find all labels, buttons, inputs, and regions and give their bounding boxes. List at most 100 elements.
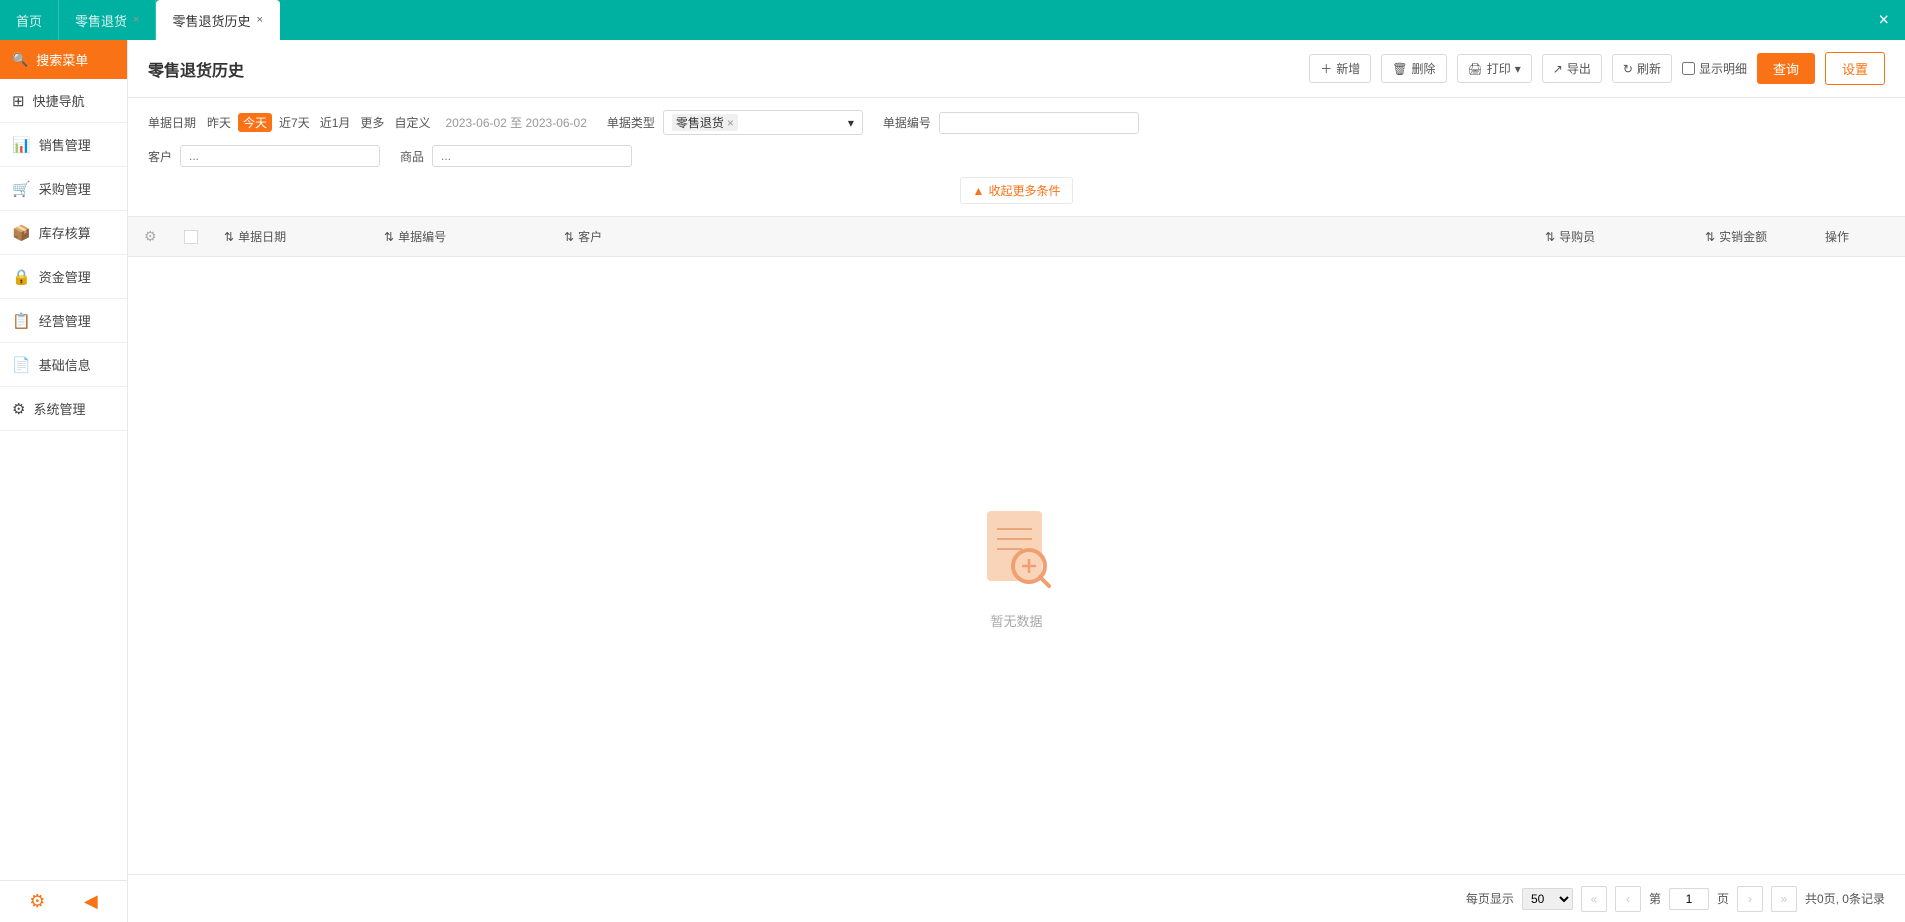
collapse-label: 收起更多条件 <box>988 182 1060 199</box>
empty-illustration <box>967 501 1067 601</box>
bill-type-tag: 零售退货 × <box>672 114 738 131</box>
main-layout: 🔍 搜索菜单 ⊞ 快捷导航 📊 销售管理 🛒 采购管理 📦 库存核算 🔒 <box>0 40 1905 922</box>
tab-retail-return-history-close[interactable]: × <box>256 14 262 26</box>
bill-number-input[interactable] <box>939 112 1139 134</box>
th-settings: ⚙ <box>136 228 176 245</box>
collapse-button[interactable]: ▲ 收起更多条件 <box>960 177 1074 204</box>
customer-input[interactable] <box>180 145 380 167</box>
new-label: 新增 <box>1336 60 1360 77</box>
date-shortcuts: 昨天 今天 近7天 近1月 更多 自定义 <box>204 113 433 132</box>
goods-input[interactable] <box>432 145 632 167</box>
goods-label: 商品 <box>400 148 424 165</box>
page-size-select[interactable]: 20 50 100 <box>1522 888 1573 910</box>
shortcut-7days[interactable]: 近7天 <box>276 113 313 132</box>
sales-icon: 📊 <box>12 136 31 154</box>
settings-button[interactable]: 设置 <box>1825 52 1885 85</box>
page-unit: 页 <box>1717 890 1729 907</box>
th-number[interactable]: ⇅ 单据编号 <box>376 228 556 245</box>
tab-retail-return[interactable]: 零售退货 × <box>59 0 156 40</box>
th-date-label: ⇅ <box>224 230 234 244</box>
total-label: 共0页, 0条记录 <box>1805 890 1885 907</box>
th-number-text: 单据编号 <box>398 228 446 245</box>
top-bar: 首页 零售退货 × 零售退货历史 × × <box>0 0 1905 40</box>
sidebar-bottom: ⚙ ◀ <box>0 880 127 922</box>
page-next-button[interactable]: › <box>1737 886 1763 912</box>
bill-type-dropdown-icon: ▾ <box>848 116 854 130</box>
sidebar-item-system-label: 系统管理 <box>33 399 85 418</box>
column-settings-icon[interactable]: ⚙ <box>144 228 157 245</box>
page-first-button[interactable]: « <box>1581 886 1607 912</box>
settings-bottom-icon[interactable]: ⚙ <box>29 891 45 912</box>
tab-retail-return-history[interactable]: 零售退货历史 × <box>156 0 279 40</box>
shortcut-more[interactable]: 更多 <box>357 113 387 132</box>
sidebar-search[interactable]: 🔍 搜索菜单 <box>0 40 127 79</box>
refresh-button[interactable]: ↻ 刷新 <box>1612 54 1672 83</box>
query-button[interactable]: 查询 <box>1757 53 1815 84</box>
tab-list: 首页 零售退货 × 零售退货历史 × <box>0 0 1905 40</box>
purchase-icon: 🛒 <box>12 180 31 198</box>
shortcut-today[interactable]: 今天 <box>238 113 272 132</box>
print-button[interactable]: 🖨 打印 ▾ <box>1457 54 1532 83</box>
sidebar-item-purchase-mgmt[interactable]: 🛒 采购管理 <box>0 167 127 211</box>
tab-retail-return-close[interactable]: × <box>133 14 139 26</box>
sidebar-search-label: 搜索菜单 <box>36 50 88 69</box>
select-all-checkbox[interactable] <box>184 230 198 244</box>
export-button[interactable]: ↗ 导出 <box>1542 54 1602 83</box>
th-action: 操作 <box>1817 228 1897 245</box>
basic-info-icon: 📄 <box>12 356 31 374</box>
print-label: 打印 <box>1487 60 1511 77</box>
print-icon: 🖨 <box>1468 62 1483 76</box>
collapse-sidebar-icon[interactable]: ◀ <box>84 891 98 912</box>
show-detail-checkbox-label[interactable]: 显示明细 <box>1682 60 1747 77</box>
bill-type-select[interactable]: 零售退货 × ▾ <box>663 110 863 135</box>
page-number-input[interactable] <box>1669 888 1709 910</box>
sidebar-item-finance[interactable]: 🔒 资金管理 <box>0 255 127 299</box>
show-detail-label: 显示明细 <box>1699 60 1747 77</box>
shortcut-1month[interactable]: 近1月 <box>317 113 354 132</box>
filter-row-1: 单据日期 昨天 今天 近7天 近1月 更多 自定义 2023-06-02 至 2… <box>148 110 1885 135</box>
new-icon: ＋ <box>1320 60 1332 77</box>
page-prev-button[interactable]: ‹ <box>1615 886 1641 912</box>
header-actions: ＋ 新增 🗑 删除 🖨 打印 ▾ ↗ 导出 ↻ 刷新 <box>1309 52 1885 85</box>
page-size-label: 每页显示 <box>1466 890 1514 907</box>
table-body: 暂无数据 <box>128 257 1905 874</box>
th-date[interactable]: ⇅ 单据日期 <box>216 228 376 245</box>
refresh-label: 刷新 <box>1637 60 1661 77</box>
th-guide-text: 导购员 <box>1559 228 1595 245</box>
shortcut-custom[interactable]: 自定义 <box>391 113 433 132</box>
bill-type-label: 单据类型 <box>607 114 655 131</box>
delete-button[interactable]: 🗑 删除 <box>1381 54 1446 83</box>
date-filter-label: 单据日期 <box>148 114 196 131</box>
filter-row-2: 客户 商品 <box>148 145 1885 167</box>
sidebar-item-inventory[interactable]: 📦 库存核算 <box>0 211 127 255</box>
collapse-icon: ▲ <box>973 184 985 198</box>
sidebar-item-system[interactable]: ⚙ 系统管理 <box>0 387 127 431</box>
th-customer[interactable]: ⇅ 客户 <box>556 228 1537 245</box>
delete-label: 删除 <box>1412 60 1436 77</box>
date-filter: 单据日期 昨天 今天 近7天 近1月 更多 自定义 2023-06-02 至 2… <box>148 113 587 132</box>
shortcut-yesterday[interactable]: 昨天 <box>204 113 234 132</box>
page-last-button[interactable]: » <box>1771 886 1797 912</box>
window-close-icon[interactable]: × <box>1878 10 1889 31</box>
th-number-sort-icon: ⇅ <box>384 230 394 244</box>
bill-type-filter: 单据类型 零售退货 × ▾ <box>607 110 863 135</box>
show-detail-checkbox[interactable] <box>1682 62 1695 75</box>
new-button[interactable]: ＋ 新增 <box>1309 54 1371 83</box>
sidebar-item-quick-nav[interactable]: ⊞ 快捷导航 <box>0 79 127 123</box>
customer-label: 客户 <box>148 148 172 165</box>
th-amount[interactable]: ⇅ 实销金额 <box>1697 228 1817 245</box>
system-icon: ⚙ <box>12 400 25 418</box>
sidebar-item-purchase-label: 采购管理 <box>39 179 91 198</box>
page-title: 零售退货历史 <box>148 57 244 81</box>
pagination: 每页显示 20 50 100 « ‹ 第 页 › » 共0页, 0条记录 <box>128 874 1905 922</box>
bill-type-tag-close[interactable]: × <box>727 116 734 130</box>
th-amount-sort-icon: ⇅ <box>1705 230 1715 244</box>
th-date-text: 单据日期 <box>238 228 286 245</box>
sidebar-item-sales-label: 销售管理 <box>39 135 91 154</box>
tab-home[interactable]: 首页 <box>0 0 59 40</box>
sidebar-item-sales-mgmt[interactable]: 📊 销售管理 <box>0 123 127 167</box>
sidebar-item-basic-info[interactable]: 📄 基础信息 <box>0 343 127 387</box>
th-customer-text: 客户 <box>578 228 602 245</box>
sidebar-item-operations[interactable]: 📋 经营管理 <box>0 299 127 343</box>
th-guide[interactable]: ⇅ 导购员 <box>1537 228 1697 245</box>
